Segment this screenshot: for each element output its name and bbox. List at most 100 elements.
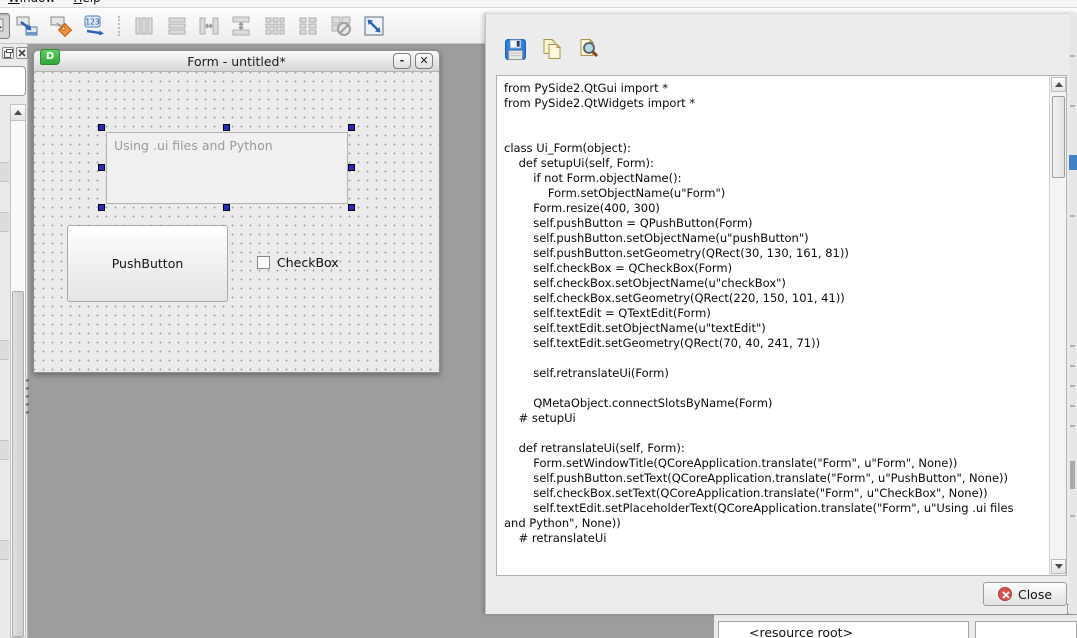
code-line: self.pushButton.setObjectName(u"pushButt… — [504, 231, 1049, 246]
code-line: self.retranslateUi(Form) — [504, 366, 1049, 381]
adjust-size-icon[interactable] — [361, 13, 387, 39]
form-window-title: Form - untitled* — [34, 54, 439, 69]
form-window-titlebar[interactable]: D Form - untitled* - ✕ — [34, 51, 439, 72]
code-line: self.checkBox.setGeometry(QRect(220, 150… — [504, 291, 1049, 306]
layout-horizontally-icon — [131, 13, 157, 39]
resource-browser-panel: <resource root> — [713, 614, 1077, 638]
code-line: self.pushButton.setGeometry(QRect(30, 13… — [504, 246, 1049, 261]
code-line — [504, 111, 1049, 126]
code-line: # setupUi — [504, 411, 1049, 426]
code-line: self.checkBox.setText(QCoreApplication.t… — [504, 486, 1049, 501]
form-designer-window: D Form - untitled* - ✕ Using .ui files a… — [33, 50, 440, 373]
resource-list[interactable] — [975, 621, 1077, 638]
scroll-up-icon[interactable] — [11, 105, 25, 121]
code-preview-dialog: from PySide2.QtGui import *from PySide2.… — [485, 13, 1077, 614]
selection-handle[interactable] — [223, 124, 230, 131]
widget-category-row[interactable] — [0, 440, 9, 460]
dock-float-icon[interactable] — [2, 47, 14, 59]
code-line: if not Form.objectName(): — [504, 171, 1049, 186]
code-line — [504, 426, 1049, 441]
close-button[interactable]: Close — [983, 582, 1067, 606]
selection-handle[interactable] — [348, 124, 355, 131]
menu-help[interactable]: Help — [73, 0, 100, 5]
code-line: Form.setObjectName(u"Form") — [504, 186, 1049, 201]
code-line: self.pushButton = QPushButton(Form) — [504, 216, 1049, 231]
scrollbar-thumb[interactable] — [1052, 96, 1065, 178]
copy-icon[interactable] — [540, 37, 564, 61]
dock-splitter-handle[interactable] — [26, 374, 30, 419]
layout-vertical-splitter-icon — [228, 13, 254, 39]
layout-vertically-icon — [164, 13, 190, 39]
widget-category-row[interactable] — [0, 162, 9, 182]
break-layout-icon — [328, 13, 354, 39]
code-scrollbar[interactable] — [1049, 76, 1066, 575]
selection-handle[interactable] — [98, 164, 105, 171]
code-line: class Ui_Form(object): — [504, 141, 1049, 156]
find-icon[interactable] — [577, 37, 601, 61]
close-window-button[interactable]: ✕ — [415, 53, 433, 69]
menubar: Window Help — [0, 0, 1077, 8]
code-line: def retranslateUi(self, Form): — [504, 441, 1049, 456]
code-line: from PySide2.QtWidgets import * — [504, 96, 1049, 111]
widget-category-row[interactable] — [0, 540, 9, 560]
code-line: # retranslateUi — [504, 531, 1049, 546]
code-line: self.textEdit.setObjectName(u"textEdit") — [504, 321, 1049, 336]
code-text: from PySide2.QtGui import *from PySide2.… — [497, 76, 1049, 575]
selection-handle[interactable] — [98, 204, 105, 211]
selection-handle[interactable] — [98, 124, 105, 131]
code-line: def setupUi(self, Form): — [504, 156, 1049, 171]
edit-buddies-icon[interactable] — [48, 13, 74, 39]
form-canvas[interactable]: Using .ui files and Python PushButton Ch… — [34, 72, 439, 372]
edit-tab-order-icon[interactable]: 123 — [82, 13, 108, 39]
scrollbar-thumb[interactable] — [12, 291, 24, 637]
code-line: Form.resize(400, 300) — [504, 201, 1049, 216]
resource-tree[interactable]: <resource root> — [718, 621, 969, 638]
selection-handle[interactable] — [348, 204, 355, 211]
save-icon[interactable] — [503, 37, 527, 61]
right-edge-window-sliver — [1069, 13, 1077, 614]
tab-order-badge: 123 — [85, 18, 100, 27]
code-line — [504, 351, 1049, 366]
code-line: self.textEdit.setGeometry(QRect(70, 40, … — [504, 336, 1049, 351]
menu-window[interactable]: Window — [8, 0, 55, 5]
checkbox-box[interactable] — [257, 256, 270, 269]
selection-handle[interactable] — [348, 164, 355, 171]
scrollbar-thumb-sliver — [1070, 461, 1075, 489]
code-line — [504, 126, 1049, 141]
resource-root-item[interactable]: <resource root> — [749, 625, 853, 638]
selection-handle[interactable] — [223, 204, 230, 211]
scroll-down-icon[interactable] — [1051, 559, 1066, 574]
scroll-up-icon[interactable] — [1051, 77, 1066, 92]
code-line — [504, 381, 1049, 396]
widget-category-row[interactable] — [0, 212, 9, 232]
widget-box-scrollbar[interactable] — [10, 104, 26, 638]
code-line: QMetaObject.connectSlotsByName(Form) — [504, 396, 1049, 411]
edit-widgets-icon[interactable] — [0, 13, 10, 39]
code-line: self.pushButton.setText(QCoreApplication… — [504, 471, 1049, 486]
code-line: self.checkBox = QCheckBox(Form) — [504, 261, 1049, 276]
selected-item-sliver — [1069, 155, 1077, 170]
minimize-button[interactable]: - — [393, 53, 411, 69]
toolbar-separator — [118, 16, 120, 36]
widget-filter-input[interactable] — [0, 66, 26, 96]
code-editor[interactable]: from PySide2.QtGui import *from PySide2.… — [496, 75, 1067, 576]
layout-grid-icon — [262, 13, 288, 39]
widget-category-row[interactable] — [0, 340, 9, 360]
pushbutton-widget[interactable]: PushButton — [67, 225, 228, 302]
qt-designer-screen: Window Help 123 — [0, 0, 1077, 638]
code-line: self.textEdit.setPlaceholderText(QCoreAp… — [504, 501, 1049, 516]
code-line: from PySide2.QtGui import * — [504, 81, 1049, 96]
widget-box-dock — [0, 44, 28, 638]
layout-horizontal-splitter-icon — [196, 13, 222, 39]
textedit-widget[interactable]: Using .ui files and Python — [106, 132, 348, 204]
code-line: Form.setWindowTitle(QCoreApplication.tra… — [504, 456, 1049, 471]
close-icon — [998, 587, 1012, 601]
edit-signals-slots-icon[interactable] — [14, 13, 40, 39]
code-line: self.textEdit = QTextEdit(Form) — [504, 306, 1049, 321]
dock-close-icon[interactable] — [16, 47, 28, 59]
code-line: self.checkBox.setObjectName(u"checkBox") — [504, 276, 1049, 291]
checkbox-widget[interactable]: CheckBox — [257, 255, 339, 270]
close-button-label: Close — [1018, 587, 1052, 602]
code-line: and Python", None)) — [504, 516, 1049, 531]
layout-form-icon — [295, 13, 321, 39]
